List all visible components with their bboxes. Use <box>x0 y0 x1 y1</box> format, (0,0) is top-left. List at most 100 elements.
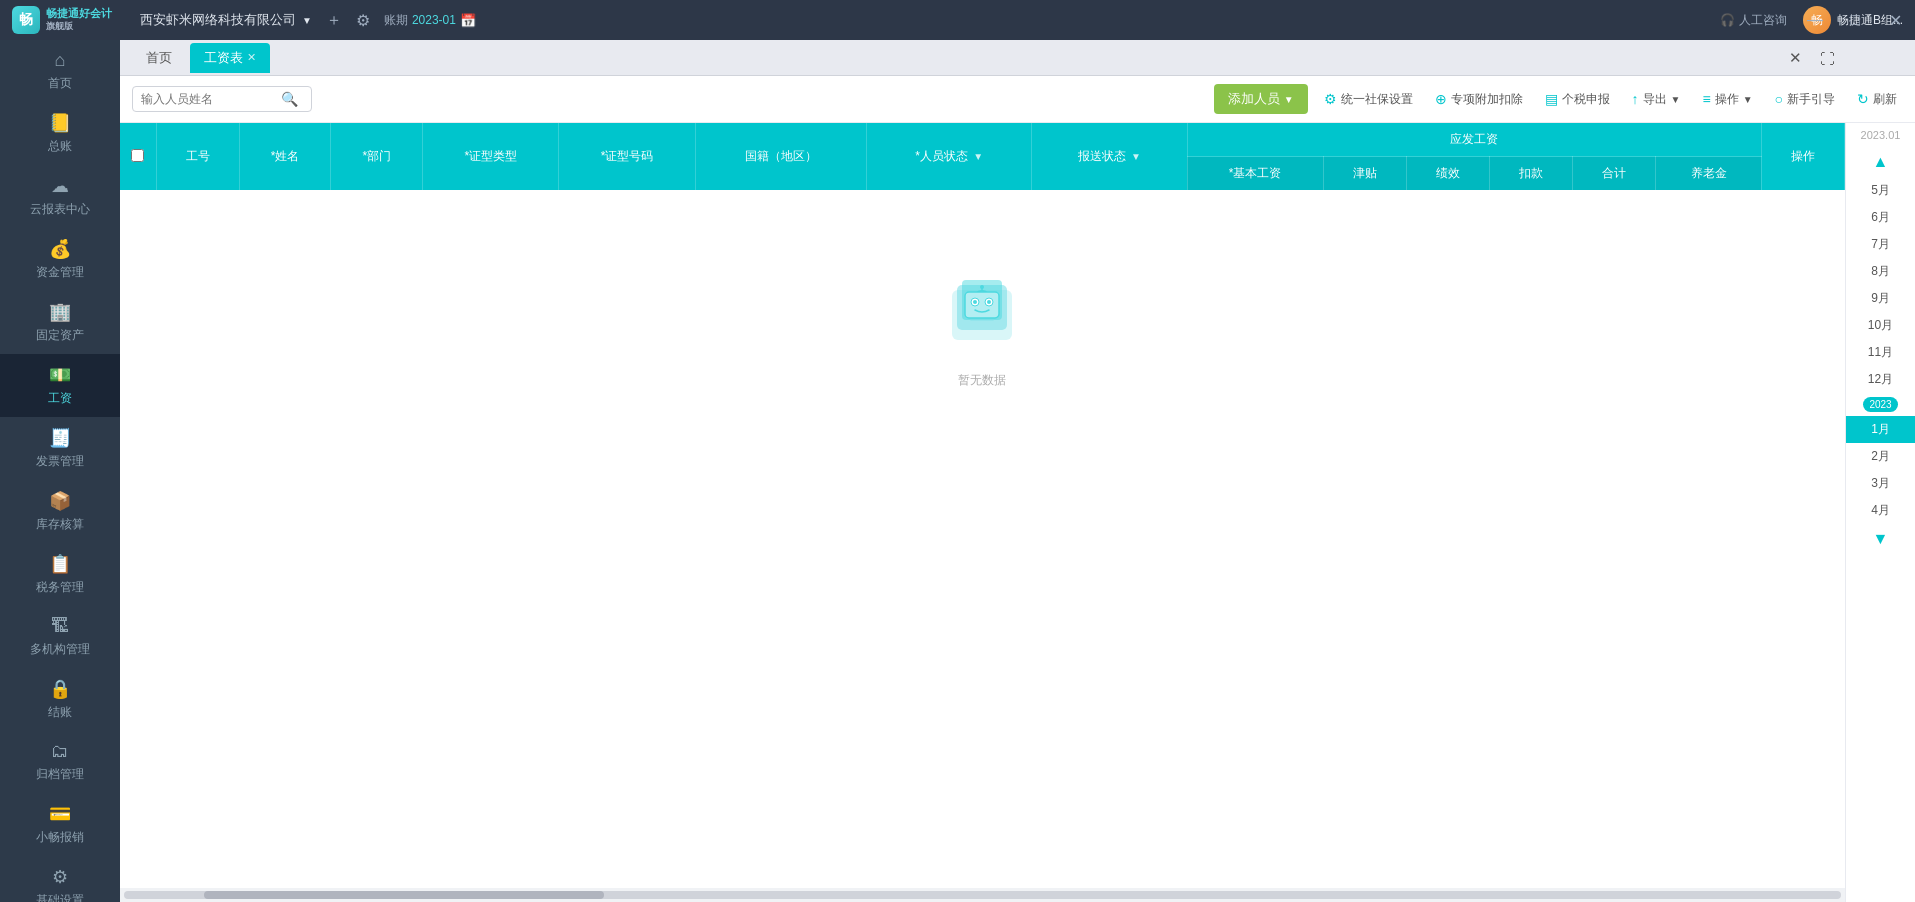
cal-month-1-active[interactable]: 1月 <box>1846 416 1915 443</box>
select-all-checkbox[interactable] <box>131 149 144 162</box>
sidebar-item-fixed-assets[interactable]: 🏢 固定资产 <box>0 291 120 354</box>
search-input[interactable] <box>141 92 281 106</box>
sidebar-label-home: 首页 <box>48 75 72 92</box>
sidebar-label-fixed-assets: 固定资产 <box>36 327 84 344</box>
person-status-filter-icon[interactable]: ▼ <box>973 151 983 162</box>
th-total: 合计 <box>1573 157 1656 191</box>
tax-report-button[interactable]: ▤ 个税申报 <box>1539 87 1616 112</box>
cal-month-8[interactable]: 8月 <box>1846 258 1915 285</box>
cal-month-2[interactable]: 2月 <box>1846 443 1915 470</box>
sidebar-label-invoice: 发票管理 <box>36 453 84 470</box>
closing-icon: 🔒 <box>49 678 71 700</box>
guide-button[interactable]: ○ 新手引导 <box>1769 87 1841 112</box>
toolbar-right: 添加人员 ▼ ⚙ 统一社保设置 ⊕ 专项附加扣除 ▤ 个税申报 ↑ 导出 <box>1214 84 1903 114</box>
archive-icon: 🗂 <box>51 741 69 762</box>
company-dropdown-icon: ▼ <box>302 15 312 26</box>
operations-icon: ≡ <box>1702 91 1710 107</box>
operations-button[interactable]: ≡ 操作 ▼ <box>1696 87 1758 112</box>
service-button[interactable]: 🎧 人工咨询 <box>1720 12 1787 29</box>
cal-month-9[interactable]: 9月 <box>1846 285 1915 312</box>
headset-icon: 🎧 <box>1720 13 1735 27</box>
year-badge: 2023 <box>1863 397 1897 412</box>
th-checkbox[interactable] <box>120 123 156 190</box>
table-area: 工号 *姓名 *部门 *证型类型 *证型号码 国籍（地区） *人员状态 ▼ <box>120 123 1845 902</box>
cal-month-5[interactable]: 5月 <box>1846 177 1915 204</box>
cal-month-11[interactable]: 11月 <box>1846 339 1915 366</box>
fund-icon: 💰 <box>49 238 71 260</box>
guide-toolbar-icon: ○ <box>1775 91 1783 107</box>
top-bar-actions: ＋ ⚙ <box>326 10 370 31</box>
search-input-wrap[interactable]: 🔍 <box>132 86 312 112</box>
sidebar-item-multi-org[interactable]: 🏗 多机构管理 <box>0 606 120 668</box>
app-logo: 畅 畅捷通好会计 旗舰版 <box>12 6 132 34</box>
close-button[interactable]: ✕ <box>1875 0 1915 40</box>
sidebar-item-invoice[interactable]: 🧾 发票管理 <box>0 417 120 480</box>
tab-home[interactable]: 首页 <box>132 43 186 73</box>
sidebar-item-archive[interactable]: 🗂 归档管理 <box>0 731 120 793</box>
calendar-icon[interactable]: 📅 <box>460 13 476 28</box>
report-status-filter-icon[interactable]: ▼ <box>1131 151 1141 162</box>
panel-maximize-button[interactable]: ⛶ <box>1811 40 1843 76</box>
special-deduct-button[interactable]: ⊕ 专项附加扣除 <box>1429 87 1529 112</box>
sidebar-item-inventory[interactable]: 📦 库存核算 <box>0 480 120 543</box>
sidebar-item-closing[interactable]: 🔒 结账 <box>0 668 120 731</box>
sidebar-item-tax[interactable]: 📋 税务管理 <box>0 543 120 606</box>
svg-rect-8 <box>965 292 999 318</box>
maximize-button[interactable]: □ <box>1835 0 1875 40</box>
th-id-type: *证型类型 <box>423 123 559 190</box>
svg-point-14 <box>980 285 984 289</box>
operations-chevron-icon: ▼ <box>1743 94 1753 105</box>
sidebar-item-settings[interactable]: ⚙ 基础设置 <box>0 856 120 902</box>
cal-month-6[interactable]: 6月 <box>1846 204 1915 231</box>
calendar-prev-button[interactable]: ▲ <box>1846 147 1915 177</box>
cal-month-4[interactable]: 4月 <box>1846 497 1915 524</box>
tab-bar: 首页 工资表 ✕ <box>120 40 1915 76</box>
export-button[interactable]: ↑ 导出 ▼ <box>1626 87 1687 112</box>
assets-icon: 🏢 <box>49 301 71 323</box>
social-settings-label: 统一社保设置 <box>1341 91 1413 108</box>
add-person-button[interactable]: 添加人员 ▼ <box>1214 84 1308 114</box>
th-report-status[interactable]: 报送状态 ▼ <box>1031 123 1187 190</box>
refresh-button[interactable]: ↻ 刷新 <box>1851 87 1903 112</box>
company-selector[interactable]: 西安虾米网络科技有限公司 ▼ <box>140 11 312 29</box>
th-dept: *部门 <box>331 123 423 190</box>
sidebar-label-archive: 归档管理 <box>36 766 84 783</box>
sidebar-item-home[interactable]: ⌂ 首页 <box>0 40 120 102</box>
cal-month-12[interactable]: 12月 <box>1846 366 1915 393</box>
operations-label: 操作 <box>1715 91 1739 108</box>
refresh-icon: ↻ <box>1857 91 1869 107</box>
settings-icon[interactable]: ⚙ <box>356 11 370 30</box>
panel-close-button[interactable]: ✕ <box>1779 40 1811 76</box>
sidebar-item-cloud-report[interactable]: ☁ 云报表中心 <box>0 165 120 228</box>
salary-icon: 💵 <box>49 364 71 386</box>
tab-salary-label: 工资表 <box>204 49 243 67</box>
minimize-button[interactable]: — <box>1795 0 1835 40</box>
cal-month-10[interactable]: 10月 <box>1846 312 1915 339</box>
expense-icon: 💳 <box>49 803 71 825</box>
add-company-button[interactable]: ＋ <box>326 10 342 31</box>
sidebar-label-salary: 工资 <box>48 390 72 407</box>
calendar-period-display: 2023.01 <box>1861 123 1901 147</box>
ledger-icon: 📒 <box>49 112 71 134</box>
content-area: 首页 工资表 ✕ ✕ ⛶ 🔍 添加人员 ▼ <box>120 40 1915 902</box>
tax-icon: 📋 <box>49 553 71 575</box>
cal-month-7[interactable]: 7月 <box>1846 231 1915 258</box>
cal-month-3[interactable]: 3月 <box>1846 470 1915 497</box>
social-settings-button[interactable]: ⚙ 统一社保设置 <box>1318 87 1419 112</box>
sidebar-item-ledger[interactable]: 📒 总账 <box>0 102 120 165</box>
app-version: 旗舰版 <box>46 20 112 33</box>
sidebar-label-closing: 结账 <box>48 704 72 721</box>
tab-close-icon[interactable]: ✕ <box>247 51 256 64</box>
th-person-status[interactable]: *人员状态 ▼ <box>867 123 1031 190</box>
tab-salary[interactable]: 工资表 ✕ <box>190 43 270 73</box>
special-deduct-label: 专项附加扣除 <box>1451 91 1523 108</box>
sidebar-item-expense[interactable]: 💳 小畅报销 <box>0 793 120 856</box>
scrollbar-thumb[interactable] <box>204 891 604 899</box>
calendar-next-button[interactable]: ▼ <box>1846 524 1915 554</box>
th-number: 工号 <box>156 123 239 190</box>
sidebar-item-fund[interactable]: 💰 资金管理 <box>0 228 120 291</box>
logo-icon: 畅 <box>12 6 40 34</box>
horizontal-scrollbar[interactable] <box>120 888 1845 902</box>
social-settings-icon: ⚙ <box>1324 91 1337 107</box>
sidebar-item-salary[interactable]: 💵 工资 <box>0 354 120 417</box>
